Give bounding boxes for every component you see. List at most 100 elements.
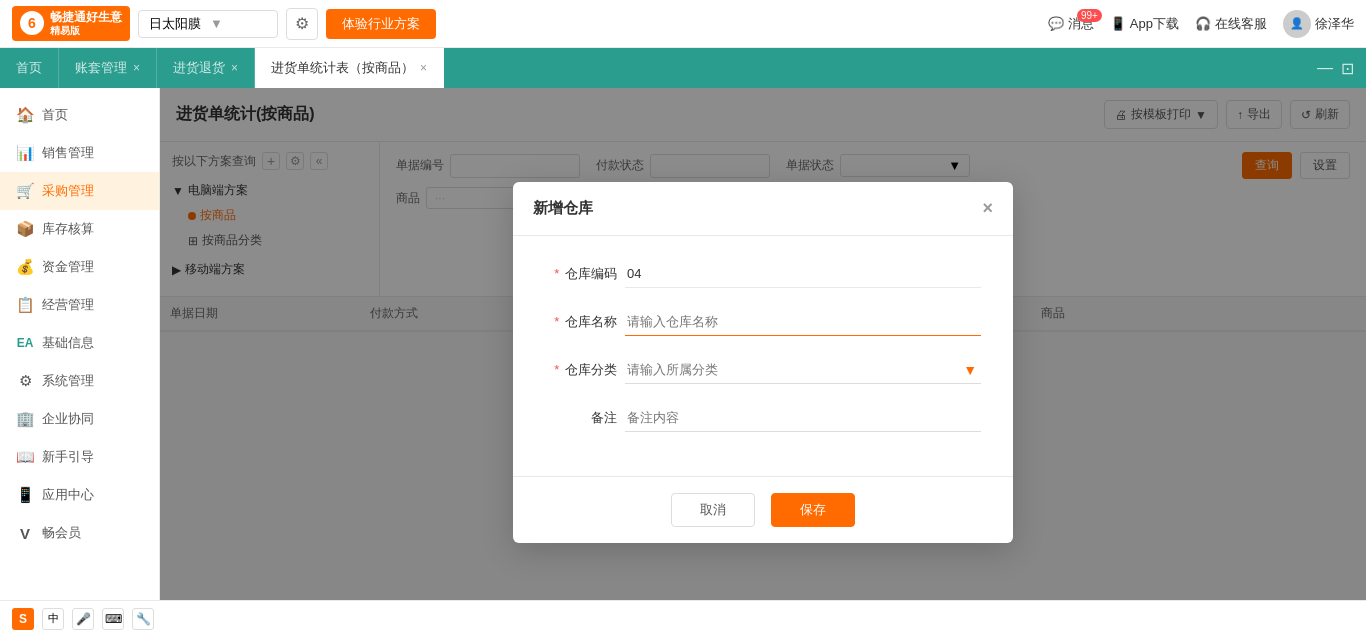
sidebar-item-home-label: 首页 (42, 106, 68, 124)
category-select-wrapper: ▼ (625, 356, 981, 384)
sidebar-item-purchase[interactable]: 🛒 采购管理 (0, 172, 159, 210)
sales-icon: 📊 (16, 144, 34, 162)
save-button[interactable]: 保存 (771, 493, 855, 527)
code-label-text: 仓库编码 (565, 266, 617, 281)
tab-purchase-return-label: 进货退货 (173, 59, 225, 77)
tab-purchase-stats[interactable]: 进货单统计表（按商品） × (255, 48, 444, 88)
user-profile-button[interactable]: 👤 徐泽华 (1283, 10, 1354, 38)
bottom-bar: S 中 🎤 ⌨ 🔧 (0, 600, 1366, 636)
form-row-code: * 仓库编码 (545, 260, 981, 288)
logo-letter: 6 (28, 15, 36, 31)
modal-body: * 仓库编码 * 仓库名称 (513, 236, 1013, 476)
finance-icon: 💰 (16, 258, 34, 276)
tab-account[interactable]: 账套管理 × (59, 48, 157, 88)
sidebar-item-operations[interactable]: 📋 经营管理 (0, 286, 159, 324)
modal-header: 新增仓库 × (513, 182, 1013, 236)
keyboard-icon: ⌨ (105, 612, 122, 626)
bottom-icon-zh[interactable]: 中 (42, 608, 64, 630)
bottom-icon-s[interactable]: S (12, 608, 34, 630)
bottom-icon-mic[interactable]: 🎤 (72, 608, 94, 630)
warehouse-code-input[interactable] (625, 260, 981, 288)
sidebar-item-sales[interactable]: 📊 销售管理 (0, 134, 159, 172)
sidebar-item-app-center-label: 应用中心 (42, 486, 94, 504)
tab-home[interactable]: 首页 (0, 48, 59, 88)
warehouse-note-input[interactable] (625, 404, 981, 432)
sidebar-item-system[interactable]: ⚙ 系统管理 (0, 362, 159, 400)
sidebar-item-system-label: 系统管理 (42, 372, 94, 390)
bottom-icon-keyboard[interactable]: ⌨ (102, 608, 124, 630)
s-icon: S (19, 612, 27, 626)
sidebar-item-finance-label: 资金管理 (42, 258, 94, 276)
code-label: * 仓库编码 (545, 265, 625, 283)
name-required-star: * (554, 314, 559, 329)
app-download-button[interactable]: 📱 App下载 (1110, 15, 1179, 33)
sidebar: 🏠 首页 📊 销售管理 🛒 采购管理 📦 库存核算 💰 资金管理 📋 经营管理 … (0, 88, 160, 636)
headset-icon: 🎧 (1195, 16, 1211, 31)
home-icon: 🏠 (16, 106, 34, 124)
logo-sub-text: 精易版 (50, 25, 122, 37)
sidebar-item-inventory[interactable]: 📦 库存核算 (0, 210, 159, 248)
tab-account-label: 账套管理 (75, 59, 127, 77)
modal-overlay: 新增仓库 × * 仓库编码 (160, 88, 1366, 636)
system-icon: ⚙ (16, 372, 34, 390)
sidebar-item-inventory-label: 库存核算 (42, 220, 94, 238)
gear-icon: ⚙ (295, 14, 309, 33)
sidebar-item-basic-info-label: 基础信息 (42, 334, 94, 352)
store-name: 日太阳膜 (149, 15, 206, 33)
sidebar-item-guide[interactable]: 📖 新手引导 (0, 438, 159, 476)
warehouse-category-input[interactable] (625, 356, 981, 384)
tab-purchase-return-close[interactable]: × (231, 61, 238, 75)
bottom-icon-tool[interactable]: 🔧 (132, 608, 154, 630)
online-service-button[interactable]: 🎧 在线客服 (1195, 15, 1267, 33)
tab-account-close[interactable]: × (133, 61, 140, 75)
content-area: 进货单统计(按商品) 🖨 按模板打印 ▼ ↑ 导出 ↺ 刷新 (160, 88, 1366, 636)
settings-gear-button[interactable]: ⚙ (286, 8, 318, 40)
tab-purchase-return[interactable]: 进货退货 × (157, 48, 255, 88)
basic-info-icon: EA (16, 334, 34, 352)
sidebar-item-operations-label: 经营管理 (42, 296, 94, 314)
new-warehouse-modal: 新增仓库 × * 仓库编码 (513, 182, 1013, 543)
purchase-icon: 🛒 (16, 182, 34, 200)
sidebar-item-home[interactable]: 🏠 首页 (0, 96, 159, 134)
sidebar-item-purchase-label: 采购管理 (42, 182, 94, 200)
category-label: * 仓库分类 (545, 361, 625, 379)
sidebar-item-sales-label: 销售管理 (42, 144, 94, 162)
sidebar-item-enterprise[interactable]: 🏢 企业协同 (0, 400, 159, 438)
store-selector[interactable]: 日太阳膜 ▼ (138, 10, 278, 38)
main-layout: 🏠 首页 📊 销售管理 🛒 采购管理 📦 库存核算 💰 资金管理 📋 经营管理 … (0, 88, 1366, 636)
name-label-text: 仓库名称 (565, 314, 617, 329)
inventory-icon: 📦 (16, 220, 34, 238)
sidebar-item-vip[interactable]: V 畅会员 (0, 514, 159, 552)
note-label-text: 备注 (591, 410, 617, 425)
warehouse-name-input[interactable] (625, 308, 981, 336)
modal-footer: 取消 保存 (513, 476, 1013, 543)
user-name: 徐泽华 (1315, 15, 1354, 33)
online-service-label: 在线客服 (1215, 15, 1267, 33)
message-badge: 99+ (1077, 9, 1102, 22)
sidebar-item-vip-label: 畅会员 (42, 524, 81, 542)
tab-purchase-stats-close[interactable]: × (420, 61, 427, 75)
app-download-label: App下载 (1130, 15, 1179, 33)
zh-icon: 中 (48, 611, 59, 626)
form-row-note: 备注 (545, 404, 981, 432)
tool-icon: 🔧 (136, 612, 151, 626)
category-label-text: 仓库分类 (565, 362, 617, 377)
tab-home-label: 首页 (16, 59, 42, 77)
avatar: 👤 (1283, 10, 1311, 38)
minimize-button[interactable]: — (1317, 59, 1333, 77)
sidebar-item-finance[interactable]: 💰 资金管理 (0, 248, 159, 286)
modal-title: 新增仓库 (533, 199, 593, 218)
modal-close-button[interactable]: × (982, 198, 993, 219)
chevron-down-icon: ▼ (210, 16, 267, 31)
top-actions: 💬 消息 99+ 📱 App下载 🎧 在线客服 👤 徐泽华 (1048, 10, 1354, 38)
top-bar: 6 畅捷通好生意 精易版 日太阳膜 ▼ ⚙ 体验行业方案 💬 消息 99+ 📱 … (0, 0, 1366, 48)
tab-bar: 首页 账套管理 × 进货退货 × 进货单统计表（按商品） × — ⊡ (0, 48, 1366, 88)
trial-button[interactable]: 体验行业方案 (326, 9, 436, 39)
sidebar-item-basic-info[interactable]: EA 基础信息 (0, 324, 159, 362)
enterprise-icon: 🏢 (16, 410, 34, 428)
message-button[interactable]: 💬 消息 99+ (1048, 15, 1094, 33)
cancel-button[interactable]: 取消 (671, 493, 755, 527)
guide-icon: 📖 (16, 448, 34, 466)
sidebar-item-app-center[interactable]: 📱 应用中心 (0, 476, 159, 514)
maximize-button[interactable]: ⊡ (1341, 59, 1354, 78)
